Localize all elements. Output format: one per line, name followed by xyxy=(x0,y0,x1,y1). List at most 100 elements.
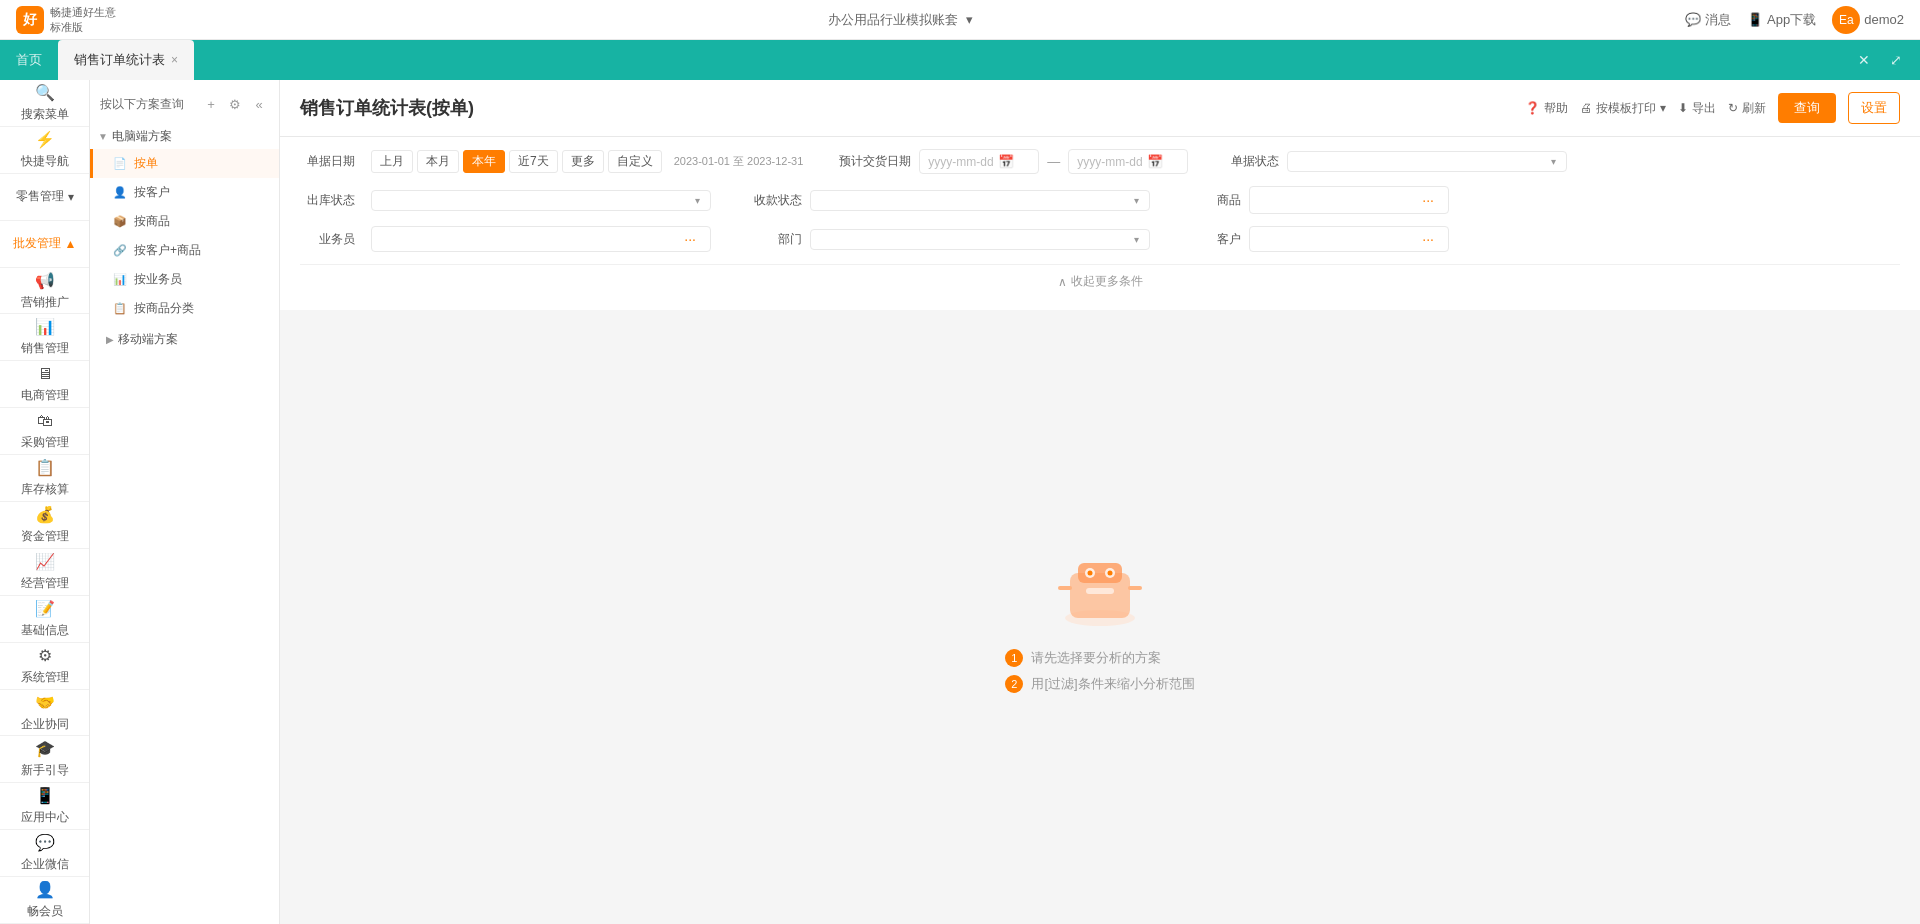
left-panel-header: 按以下方案查询 + ⚙ « xyxy=(90,88,279,120)
logo-text: 畅捷通好生意 标准版 xyxy=(50,5,116,34)
salesperson-ellipsis-icon[interactable]: ··· xyxy=(680,231,700,247)
payment-status-label: 收款状态 xyxy=(747,192,802,209)
filter-area: 单据日期 上月 本月 本年 近7天 更多 自定义 2023-01-01 至 20… xyxy=(280,137,1920,310)
sidebar-item-sys-mgmt[interactable]: ⚙ 系统管理 xyxy=(0,643,89,690)
scheme-by-goods[interactable]: 📦 按商品 xyxy=(90,207,279,236)
ship-status-select[interactable]: ▾ xyxy=(371,190,711,211)
sidebar-item-inventory[interactable]: 📋 库存核算 xyxy=(0,455,89,502)
refresh-btn[interactable]: ↻ 刷新 xyxy=(1728,100,1766,117)
bill-status-select[interactable]: ▾ xyxy=(1287,151,1567,172)
customer-label: 客户 xyxy=(1186,231,1241,248)
payment-status-select[interactable]: ▾ xyxy=(810,190,1150,211)
collapse-icon: ∧ xyxy=(1058,275,1067,289)
goods-input[interactable]: ··· xyxy=(1249,186,1449,214)
mobile-schemes-title[interactable]: ▶ 移动端方案 xyxy=(90,327,279,352)
payment-status-group: 收款状态 ▾ xyxy=(747,190,1150,211)
tab-close-icon[interactable]: × xyxy=(171,53,178,67)
sidebar-item-basic-info[interactable]: 📝 基础信息 xyxy=(0,596,89,643)
sidebar-item-new-guide[interactable]: 🎓 新手引导 xyxy=(0,736,89,783)
app-download-btn[interactable]: 📱 App下载 xyxy=(1747,11,1816,29)
customer-input[interactable]: ··· xyxy=(1249,226,1449,252)
avatar: Ea xyxy=(1832,6,1860,34)
ship-status-arrow-icon: ▾ xyxy=(695,195,700,206)
tab-sales-order[interactable]: 销售订单统计表 × xyxy=(58,40,194,80)
sidebar-item-retail-mgmt[interactable]: 零售管理 ▾ xyxy=(0,174,89,221)
sidebar-item-sales-mgmt[interactable]: 📊 销售管理 xyxy=(0,314,89,361)
scheme-by-order[interactable]: 📄 按单 xyxy=(90,149,279,178)
pc-schemes-chevron: ▼ xyxy=(98,131,108,142)
payment-status-arrow-icon: ▾ xyxy=(1134,195,1139,206)
print-dropdown-icon: ▾ xyxy=(1660,101,1666,115)
date-btn-this-year[interactable]: 本年 xyxy=(463,150,505,173)
scheme-settings-btn[interactable]: ⚙ xyxy=(225,94,245,114)
mobile-schemes-group: ▶ 移动端方案 xyxy=(90,327,279,352)
date-btn-this-month[interactable]: 本月 xyxy=(417,150,459,173)
add-scheme-btn[interactable]: + xyxy=(201,94,221,114)
export-btn[interactable]: ⬇ 导出 xyxy=(1678,100,1716,117)
scheme-by-customer-goods-icon: 🔗 xyxy=(112,243,128,259)
topbar-right: 💬 消息 📱 App下载 Ea demo2 xyxy=(1685,6,1904,34)
sidebar-item-app-center[interactable]: 📱 应用中心 xyxy=(0,783,89,830)
salesperson-input[interactable]: ··· xyxy=(371,226,711,252)
empty-tip-1: 1 请先选择要分析的方案 xyxy=(1005,649,1194,667)
sidebar-item-member[interactable]: 👤 畅会员 xyxy=(0,877,89,924)
scheme-by-customer[interactable]: 👤 按客户 xyxy=(90,178,279,207)
tab-maximize-icon[interactable]: ⤢ xyxy=(1884,48,1908,72)
sidebar-item-ecommerce[interactable]: 🖥 电商管理 xyxy=(0,361,89,408)
sidebar-item-finance[interactable]: 💰 资金管理 xyxy=(0,502,89,549)
collapse-bar[interactable]: ∧ 收起更多条件 xyxy=(300,264,1900,298)
user-area[interactable]: Ea demo2 xyxy=(1832,6,1904,34)
svg-rect-2 xyxy=(1078,563,1122,583)
ecommerce-icon: 🖥 xyxy=(37,365,53,383)
expected-date-start[interactable]: yyyy-mm-dd 📅 xyxy=(919,149,1039,174)
empty-illustration xyxy=(1040,533,1160,633)
department-select[interactable]: ▾ xyxy=(810,229,1150,250)
template-print-btn[interactable]: 🖨 按模板打印 ▾ xyxy=(1580,100,1666,117)
scheme-by-salesperson[interactable]: 📊 按业务员 xyxy=(90,265,279,294)
help-btn[interactable]: ❓ 帮助 xyxy=(1525,100,1568,117)
date-btn-last-month[interactable]: 上月 xyxy=(371,150,413,173)
scheme-by-goods-category[interactable]: 📋 按商品分类 xyxy=(90,294,279,323)
department-group: 部门 ▾ xyxy=(747,229,1150,250)
customer-ellipsis-icon[interactable]: ··· xyxy=(1418,231,1438,247)
tab-close-window-icon[interactable]: ✕ xyxy=(1852,48,1876,72)
date-btn-custom[interactable]: 自定义 xyxy=(608,150,662,173)
sidebar-item-wholesale-mgmt[interactable]: 批发管理 ▲ xyxy=(0,221,89,268)
settings-button[interactable]: 设置 xyxy=(1848,92,1900,124)
sidebar-item-enterprise-collab[interactable]: 🤝 企业协同 xyxy=(0,690,89,737)
page-actions: ❓ 帮助 🖨 按模板打印 ▾ ⬇ 导出 ↻ xyxy=(1525,92,1900,124)
collapse-panel-btn[interactable]: « xyxy=(249,94,269,114)
sidebar-item-marketing[interactable]: 📢 营销推广 xyxy=(0,268,89,315)
app-download-label: App下载 xyxy=(1767,11,1816,29)
tab-home[interactable]: 首页 xyxy=(0,40,58,80)
query-button[interactable]: 查询 xyxy=(1778,93,1836,123)
scheme-by-customer-goods[interactable]: 🔗 按客户+商品 xyxy=(90,236,279,265)
sidebar-item-purchase[interactable]: 🛍 采购管理 xyxy=(0,408,89,455)
sidebar-item-enterprise-wechat[interactable]: 💬 企业微信 xyxy=(0,830,89,877)
refresh-icon: ↻ xyxy=(1728,101,1738,115)
marketing-icon: 📢 xyxy=(35,271,55,290)
expected-date-end[interactable]: yyyy-mm-dd 📅 xyxy=(1068,149,1188,174)
bill-date-label: 单据日期 xyxy=(300,153,355,170)
date-btn-last-7-days[interactable]: 近7天 xyxy=(509,150,558,173)
customer-group: 客户 ··· xyxy=(1186,226,1449,252)
purchase-icon: 🛍 xyxy=(37,412,53,430)
operations-icon: 📈 xyxy=(35,552,55,571)
logo-icon: 好 xyxy=(16,6,44,34)
app-title-dropdown-icon[interactable]: ▾ xyxy=(966,12,973,27)
sidebar: 🔍 搜索菜单 ⚡ 快捷导航 零售管理 ▾ 批发管理 ▲ 📢 营销推广 📊 销售管… xyxy=(0,80,90,924)
retail-mgmt-arrow-icon: ▾ xyxy=(68,190,74,204)
department-arrow-icon: ▾ xyxy=(1134,234,1139,245)
svg-rect-7 xyxy=(1086,588,1114,594)
bill-status-label: 单据状态 xyxy=(1224,153,1279,170)
message-btn[interactable]: 💬 消息 xyxy=(1685,11,1731,29)
ship-status-label: 出库状态 xyxy=(300,192,355,209)
sidebar-item-search-menu[interactable]: 🔍 搜索菜单 xyxy=(0,80,89,127)
pc-schemes-title[interactable]: ▼ 电脑端方案 xyxy=(90,124,279,149)
topbar-center[interactable]: 办公用品行业模拟账套 ▾ xyxy=(828,11,973,29)
message-label: 消息 xyxy=(1705,11,1731,29)
sidebar-item-quick-nav[interactable]: ⚡ 快捷导航 xyxy=(0,127,89,174)
goods-ellipsis-icon[interactable]: ··· xyxy=(1418,192,1438,208)
sidebar-item-operations[interactable]: 📈 经营管理 xyxy=(0,549,89,596)
date-btn-more[interactable]: 更多 xyxy=(562,150,604,173)
